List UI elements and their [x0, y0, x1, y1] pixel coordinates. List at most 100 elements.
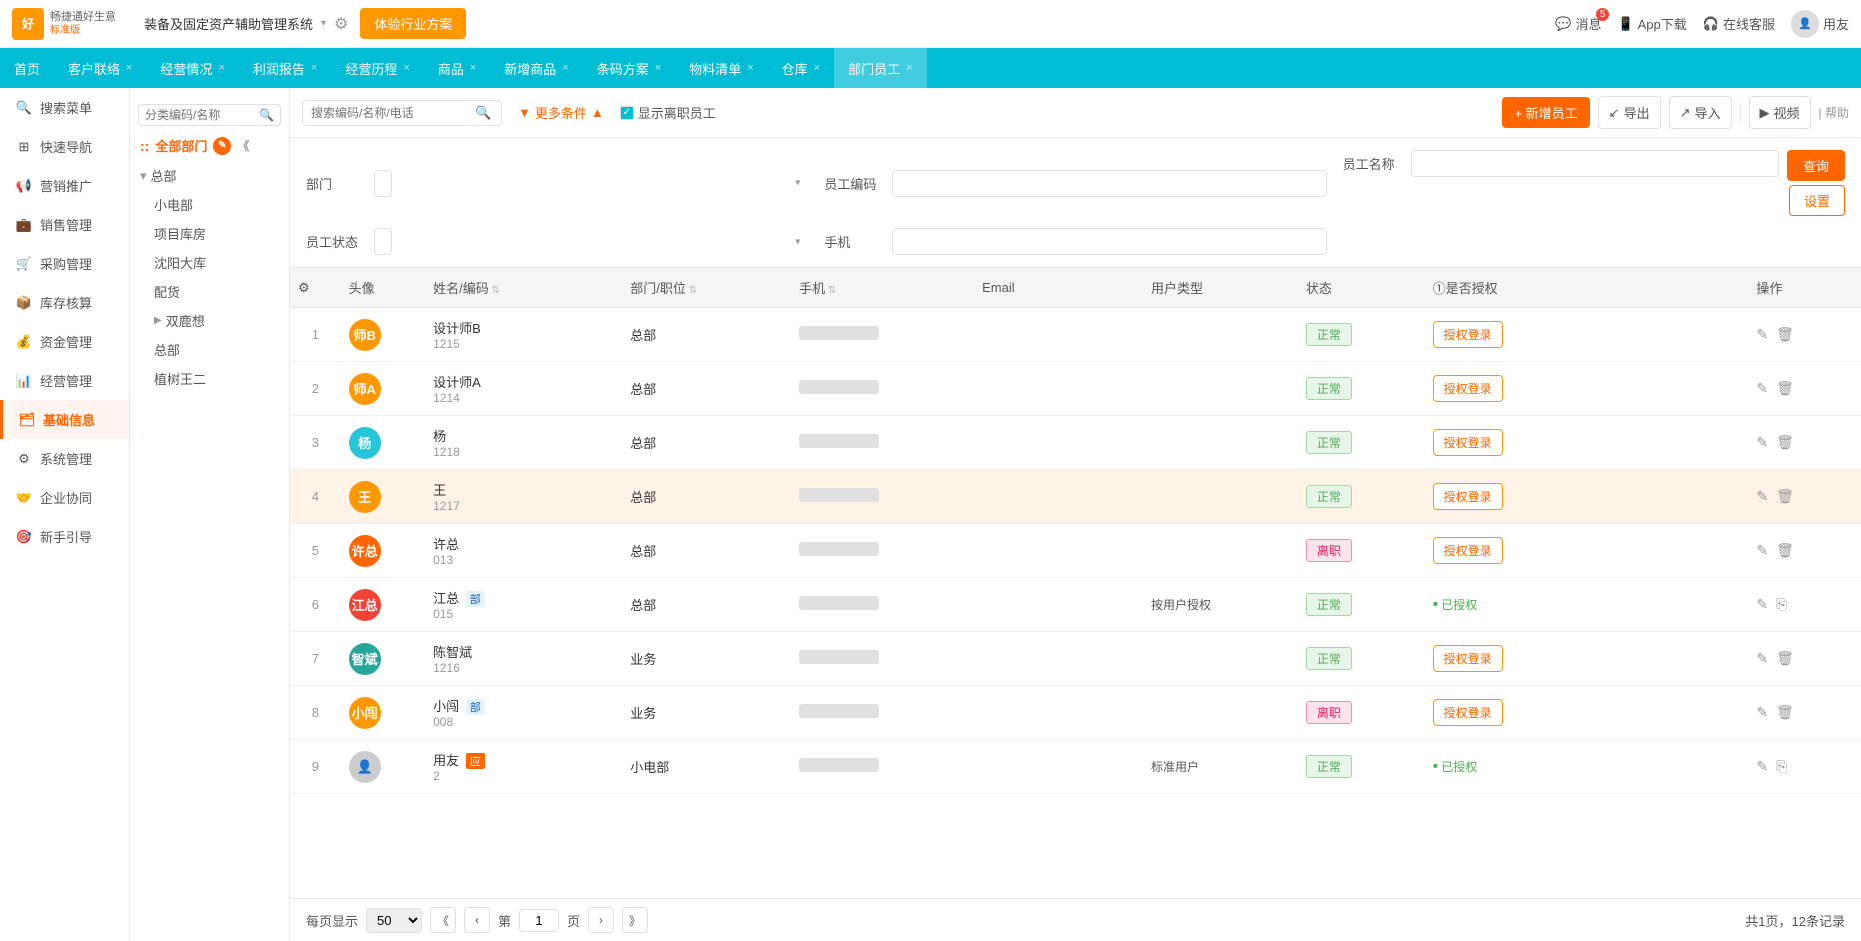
- video-button[interactable]: ▶ 视频: [1749, 96, 1811, 129]
- edit-icon[interactable]: ✎: [1756, 488, 1768, 505]
- close-icon[interactable]: ×: [747, 62, 753, 74]
- import-button[interactable]: ↗ 导入: [1669, 96, 1732, 129]
- dept-node-peihuo[interactable]: 配货: [130, 277, 289, 306]
- delete-icon[interactable]: 🗑: [1776, 650, 1794, 667]
- emp-status-select[interactable]: [374, 228, 392, 255]
- tab-warehouse[interactable]: 仓库×: [768, 48, 834, 88]
- edit-icon[interactable]: ✎: [1756, 542, 1768, 559]
- dept-node-zhishu[interactable]: 植树王二: [130, 364, 289, 393]
- online-service-button[interactable]: 🎧 在线客服: [1703, 14, 1775, 33]
- emp-name-input[interactable]: [1411, 150, 1779, 177]
- sidebar-item-collab[interactable]: 🤝 企业协同: [0, 478, 129, 517]
- auth-button[interactable]: 授权登录: [1433, 537, 1503, 564]
- sidebar-item-management[interactable]: 📊 经营管理: [0, 361, 129, 400]
- dept-edit-icon[interactable]: ✎: [213, 137, 231, 155]
- sidebar-item-inventory[interactable]: 📦 库存核算: [0, 283, 129, 322]
- col-dept[interactable]: 部门/职位: [622, 268, 791, 308]
- tab-goods[interactable]: 商品×: [424, 48, 490, 88]
- auth-button[interactable]: 授权登录: [1433, 645, 1503, 672]
- trial-button[interactable]: 体验行业方案: [360, 8, 466, 39]
- dept-node-shuanglu[interactable]: ▶ 双鹿想: [130, 306, 289, 335]
- close-icon[interactable]: ×: [906, 62, 912, 74]
- close-icon[interactable]: ×: [562, 62, 568, 74]
- dept-node-zongbu[interactable]: 总部: [130, 335, 289, 364]
- copy-icon[interactable]: ⎘: [1776, 596, 1787, 613]
- sidebar-item-basicinfo[interactable]: 🗂 基础信息: [0, 400, 129, 439]
- close-icon[interactable]: ×: [814, 62, 820, 74]
- col-settings[interactable]: ⚙: [290, 268, 341, 308]
- edit-icon[interactable]: ✎: [1756, 758, 1768, 775]
- help-button[interactable]: | 帮助: [1819, 104, 1849, 121]
- dept-node-shenyang[interactable]: 沈阳大库: [130, 248, 289, 277]
- delete-icon[interactable]: 🗑: [1776, 380, 1794, 397]
- copy-icon[interactable]: ⎘: [1776, 758, 1787, 775]
- col-name[interactable]: 姓名/编码: [425, 268, 622, 308]
- delete-icon[interactable]: 🗑: [1776, 704, 1794, 721]
- dept-select[interactable]: [374, 170, 392, 197]
- col-phone[interactable]: 手机: [791, 268, 974, 308]
- sidebar-item-marketing[interactable]: 📢 营销推广: [0, 166, 129, 205]
- prev-page-button[interactable]: ‹: [464, 907, 490, 933]
- sidebar-item-system[interactable]: ⚙ 系统管理: [0, 439, 129, 478]
- tab-dept-employee[interactable]: 部门员工×: [834, 48, 926, 88]
- tab-home[interactable]: 首页: [0, 48, 54, 88]
- dept-search-icon[interactable]: 🔍: [259, 108, 274, 122]
- close-icon[interactable]: ×: [126, 62, 132, 74]
- search-icon[interactable]: 🔍: [475, 105, 491, 121]
- auth-button[interactable]: 授权登录: [1433, 321, 1503, 348]
- message-button[interactable]: 💬 消息 5: [1555, 14, 1601, 33]
- more-filter-button[interactable]: ▼ 更多条件 ▲: [510, 99, 612, 126]
- sidebar-item-quicknav[interactable]: ⊞ 快速导航: [0, 127, 129, 166]
- set-button[interactable]: 设置: [1789, 185, 1845, 216]
- edit-icon[interactable]: ✎: [1756, 650, 1768, 667]
- delete-icon[interactable]: 🗑: [1776, 488, 1794, 505]
- show-resign-checkbox[interactable]: ✓ 显示离职员工: [620, 103, 716, 122]
- edit-icon[interactable]: ✎: [1756, 326, 1768, 343]
- tab-add-goods[interactable]: 新增商品×: [490, 48, 582, 88]
- delete-icon[interactable]: 🗑: [1776, 434, 1794, 451]
- tab-barcode[interactable]: 条码方案×: [583, 48, 675, 88]
- first-page-button[interactable]: 《: [430, 907, 456, 933]
- edit-icon[interactable]: ✎: [1756, 434, 1768, 451]
- sidebar-item-sales[interactable]: 💼 销售管理: [0, 205, 129, 244]
- add-employee-button[interactable]: + 新增员工: [1502, 97, 1589, 128]
- page-number-input[interactable]: [519, 909, 559, 932]
- delete-icon[interactable]: 🗑: [1776, 542, 1794, 559]
- edit-icon[interactable]: ✎: [1756, 596, 1768, 613]
- next-page-button[interactable]: ›: [588, 907, 614, 933]
- close-icon[interactable]: ×: [218, 62, 224, 74]
- close-icon[interactable]: ×: [655, 62, 661, 74]
- emp-code-input[interactable]: [892, 170, 1326, 197]
- sidebar-item-guide[interactable]: 🎯 新手引导: [0, 517, 129, 556]
- export-button[interactable]: ↙ 导出: [1598, 96, 1661, 129]
- dept-all-item[interactable]: :: 全部部门 ✎ 《: [130, 130, 289, 161]
- dept-node-xiaodibu[interactable]: 小电部: [130, 190, 289, 219]
- auth-button[interactable]: 授权登录: [1433, 429, 1503, 456]
- tab-profit[interactable]: 利润报告×: [239, 48, 331, 88]
- edit-icon[interactable]: ✎: [1756, 380, 1768, 397]
- tab-business[interactable]: 经营情况×: [146, 48, 238, 88]
- sidebar-item-finance[interactable]: 💰 资金管理: [0, 322, 129, 361]
- tab-customer[interactable]: 客户联络×: [54, 48, 146, 88]
- query-button[interactable]: 查询: [1787, 150, 1845, 181]
- user-menu[interactable]: 👤 用友: [1791, 10, 1849, 38]
- sidebar-item-search[interactable]: 🔍 搜索菜单: [0, 88, 129, 127]
- dept-search-input[interactable]: [145, 108, 259, 122]
- search-input[interactable]: [311, 106, 471, 120]
- tab-bom[interactable]: 物料清单×: [675, 48, 767, 88]
- sidebar-item-purchase[interactable]: 🛒 采购管理: [0, 244, 129, 283]
- gear-icon[interactable]: ⚙: [334, 14, 348, 34]
- close-icon[interactable]: ×: [311, 62, 317, 74]
- auth-button[interactable]: 授权登录: [1433, 699, 1503, 726]
- close-icon[interactable]: ×: [470, 62, 476, 74]
- phone-input[interactable]: [892, 228, 1326, 255]
- dept-collapse-icon[interactable]: 《: [237, 137, 249, 154]
- dept-node-headquarters[interactable]: ▾ 总部: [130, 161, 289, 190]
- tab-history[interactable]: 经营历程×: [331, 48, 423, 88]
- auth-button[interactable]: 授权登录: [1433, 483, 1503, 510]
- app-download-button[interactable]: 📱 App下载: [1617, 14, 1686, 33]
- system-dropdown-arrow[interactable]: ▾: [321, 18, 326, 29]
- close-icon[interactable]: ×: [403, 62, 409, 74]
- page-size-select[interactable]: 50 100: [366, 908, 422, 933]
- delete-icon[interactable]: 🗑: [1776, 326, 1794, 343]
